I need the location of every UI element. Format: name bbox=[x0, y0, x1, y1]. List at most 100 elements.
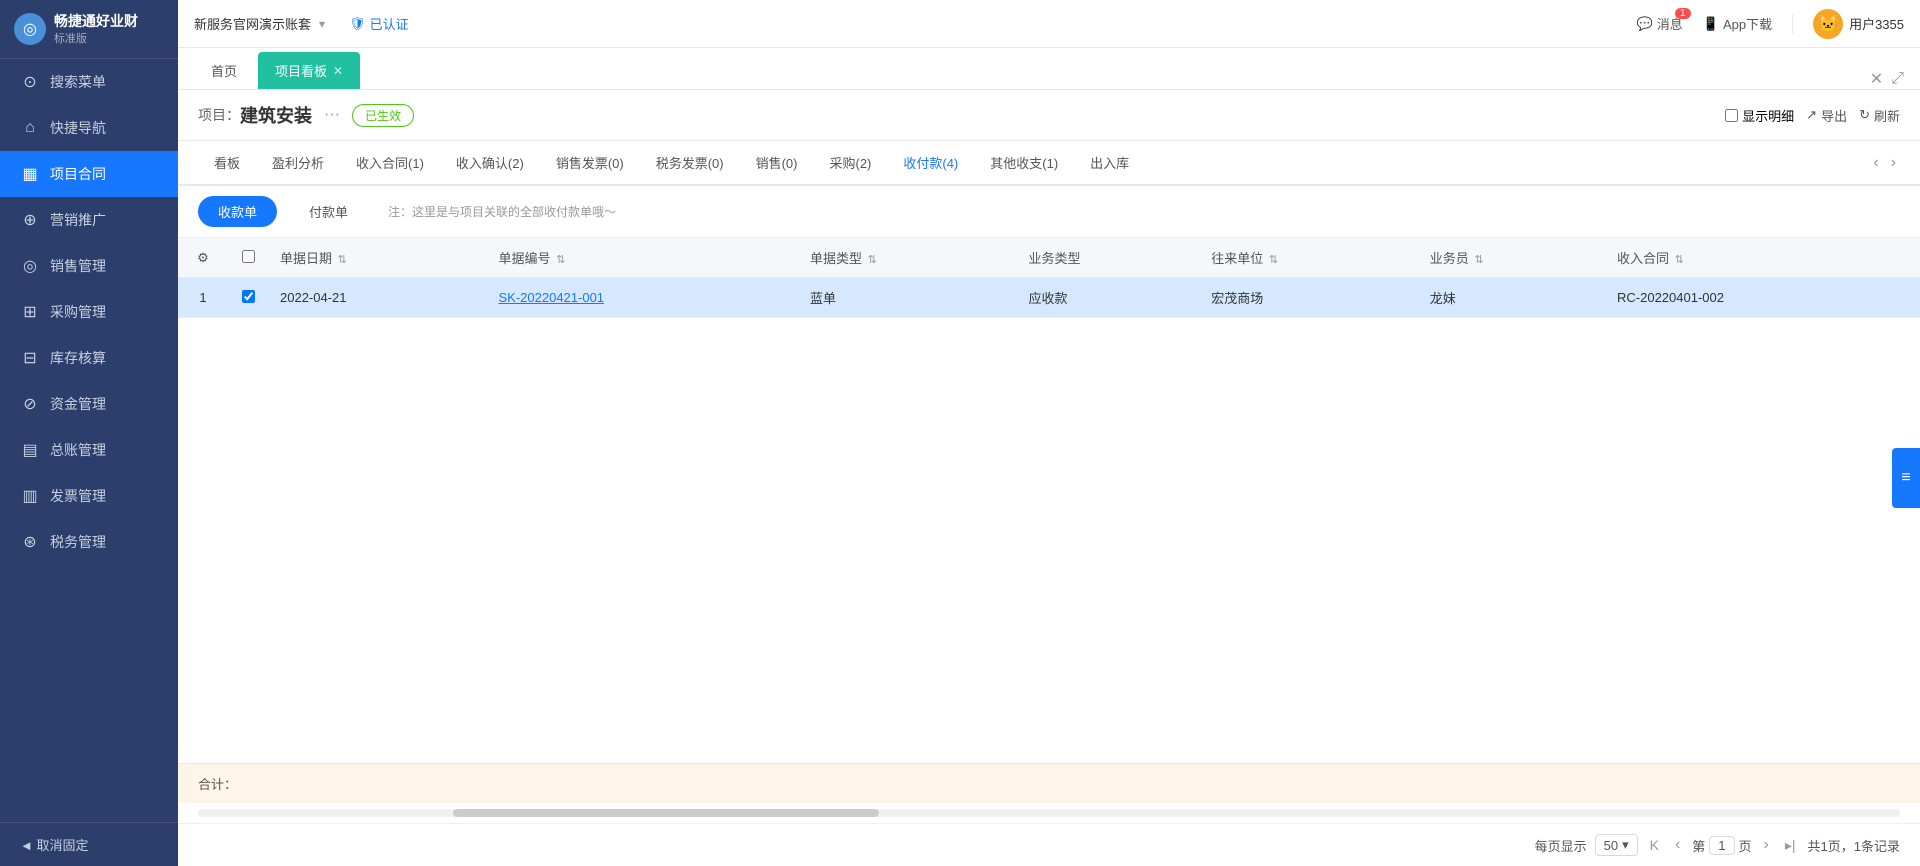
sort-salesperson-icon[interactable]: ⇅ bbox=[1474, 254, 1483, 266]
project-more-button[interactable]: ··· bbox=[324, 106, 340, 124]
total-records: 共1页，1条记录 bbox=[1808, 836, 1900, 855]
sub-tab-income-contract[interactable]: 收入合同(1) bbox=[340, 141, 440, 186]
user-avatar: 🐱 bbox=[1813, 9, 1843, 39]
export-button[interactable]: ↗ 导出 bbox=[1806, 106, 1847, 125]
sort-number-icon[interactable]: ⇅ bbox=[556, 254, 565, 266]
select-all-checkbox[interactable] bbox=[242, 250, 255, 263]
sidebar-item-capital[interactable]: ⊘ 资金管理 bbox=[0, 381, 178, 427]
td-income-contract: RC-20220401-002 bbox=[1605, 278, 1920, 318]
window-close-button[interactable]: ✕ bbox=[1870, 69, 1883, 89]
table-wrap[interactable]: ⚙ 单据日期 ⇅ 单据编号 ⇅ bbox=[178, 238, 1920, 763]
account-dropdown-icon[interactable]: ▾ bbox=[319, 17, 325, 31]
sidebar-item-quick-nav[interactable]: ⌂ 快捷导航 bbox=[0, 105, 178, 151]
certified-badge: 🛡 已认证 bbox=[349, 14, 409, 33]
sidebar-item-sales[interactable]: ◎ 销售管理 bbox=[0, 243, 178, 289]
td-biz-type: 应收款 bbox=[1016, 278, 1199, 318]
sub-tab-tax-invoice[interactable]: 税务发票(0) bbox=[640, 141, 740, 186]
side-panel-button[interactable]: ≡ bbox=[1892, 448, 1920, 508]
sidebar-unpin-button[interactable]: ◄ 取消固定 bbox=[0, 822, 178, 866]
user-menu[interactable]: 🐱 用户3355 bbox=[1813, 9, 1904, 39]
project-prefix: 项目： bbox=[198, 105, 240, 125]
show-detail-input[interactable] bbox=[1725, 109, 1738, 122]
th-settings[interactable]: ⚙ bbox=[178, 238, 228, 278]
sort-partner-icon[interactable]: ⇅ bbox=[1269, 254, 1278, 266]
sub-tab-receipt[interactable]: 收付款(4) bbox=[887, 141, 974, 186]
settings-icon[interactable]: ⚙ bbox=[197, 250, 209, 265]
scrollbar-thumb[interactable] bbox=[453, 809, 879, 817]
sidebar-item-inventory[interactable]: ⊟ 库存核算 bbox=[0, 335, 178, 381]
td-check[interactable] bbox=[228, 278, 268, 318]
inner-tab-receipt-bill[interactable]: 收款单 bbox=[198, 196, 277, 227]
refresh-button[interactable]: ↻ 刷新 bbox=[1859, 106, 1900, 125]
sort-income-contract-icon[interactable]: ⇅ bbox=[1675, 254, 1684, 266]
sort-type-icon[interactable]: ⇅ bbox=[868, 254, 877, 266]
horizontal-scrollbar[interactable] bbox=[178, 803, 1920, 823]
sub-tab-sales[interactable]: 销售(0) bbox=[740, 141, 814, 186]
invoice-icon: ▥ bbox=[20, 486, 40, 506]
page-next-button[interactable]: › bbox=[1760, 834, 1773, 856]
show-detail-checkbox[interactable]: 显示明细 bbox=[1725, 106, 1794, 125]
sub-tab-other-expense[interactable]: 其他收支(1) bbox=[974, 141, 1074, 186]
sidebar-item-invoice[interactable]: ▥ 发票管理 bbox=[0, 473, 178, 519]
pagination: 每页显示 50 ▾ K ‹ 第 1 页 › ▸| 共1页，1条记录 bbox=[178, 823, 1920, 866]
side-panel-icon: ≡ bbox=[1901, 469, 1910, 487]
sidebar-item-purchase[interactable]: ⊞ 采购管理 bbox=[0, 289, 178, 335]
inner-tab-payment-bill[interactable]: 付款单 bbox=[289, 196, 368, 227]
capital-icon: ⊘ bbox=[20, 394, 40, 414]
message-button[interactable]: 💬 消息 1 bbox=[1637, 14, 1683, 33]
page-first-button[interactable]: K bbox=[1646, 835, 1663, 855]
th-date: 单据日期 ⇅ bbox=[268, 238, 487, 278]
sub-tabs-prev[interactable]: ‹ bbox=[1869, 150, 1882, 176]
sidebar-logo: ◎ 畅捷通好业财 标准版 bbox=[0, 0, 178, 59]
divider bbox=[1792, 14, 1793, 34]
row-checkbox[interactable] bbox=[242, 290, 255, 303]
th-salesperson: 业务员 ⇅ bbox=[1418, 238, 1605, 278]
app-download-button[interactable]: 📱 App下载 bbox=[1703, 14, 1772, 33]
sidebar-item-project-contract[interactable]: ▦ 项目合同 bbox=[0, 151, 178, 197]
tab-project-board[interactable]: 项目看板 ✕ bbox=[258, 52, 360, 89]
table-total: 合计： bbox=[178, 763, 1920, 803]
project-status-badge: 已生效 bbox=[352, 104, 414, 127]
sub-tab-inout[interactable]: 出入库 bbox=[1074, 141, 1145, 186]
per-page-select[interactable]: 50 ▾ bbox=[1595, 834, 1638, 856]
sub-tab-purchase[interactable]: 采购(2) bbox=[813, 141, 887, 186]
sidebar-item-tax[interactable]: ⊛ 税务管理 bbox=[0, 519, 178, 565]
marketing-icon: ⊕ bbox=[20, 210, 40, 230]
sidebar-item-search-menu[interactable]: ⊙ 搜索菜单 bbox=[0, 59, 178, 105]
sub-tab-kanban[interactable]: 看板 bbox=[198, 141, 256, 186]
search-menu-icon: ⊙ bbox=[20, 72, 40, 92]
sidebar-nav: ⊙ 搜索菜单 ⌂ 快捷导航 ▦ 项目合同 ⊕ 营销推广 ◎ 销售管理 ⊞ 采购管… bbox=[0, 59, 178, 822]
window-expand-button[interactable]: ⤢ bbox=[1891, 70, 1904, 88]
scrollbar-track[interactable] bbox=[198, 809, 1900, 817]
page-prev-button[interactable]: ‹ bbox=[1671, 834, 1684, 856]
sidebar-item-ledger[interactable]: ▤ 总账管理 bbox=[0, 427, 178, 473]
th-check[interactable] bbox=[228, 238, 268, 278]
sidebar-item-marketing[interactable]: ⊕ 营销推广 bbox=[0, 197, 178, 243]
sort-date-icon[interactable]: ⇅ bbox=[338, 254, 347, 266]
tab-close-icon[interactable]: ✕ bbox=[333, 64, 343, 78]
inner-tab-note: 注：这里是与项目关联的全部收付款单哦～ bbox=[388, 203, 616, 220]
sidebar: ◎ 畅捷通好业财 标准版 ⊙ 搜索菜单 ⌂ 快捷导航 ▦ 项目合同 ⊕ 营销推广… bbox=[0, 0, 178, 866]
th-partner: 往来单位 ⇅ bbox=[1199, 238, 1418, 278]
page-last-button[interactable]: ▸| bbox=[1781, 835, 1800, 856]
sub-tabs-next[interactable]: › bbox=[1887, 150, 1900, 176]
sub-tab-profit[interactable]: 盈利分析 bbox=[256, 141, 340, 186]
tab-home[interactable]: 首页 bbox=[194, 52, 254, 89]
sub-tabs: 看板 盈利分析 收入合同(1) 收入确认(2) 销售发票(0) 税务发票(0) … bbox=[178, 141, 1920, 186]
per-page-label: 每页显示 bbox=[1535, 836, 1587, 855]
main-area: 新服务官网演示账套 ▾ 🛡 已认证 💬 消息 1 📱 App下载 🐱 用户335… bbox=[178, 0, 1920, 866]
export-icon: ↗ bbox=[1806, 107, 1817, 123]
th-biz-type: 业务类型 bbox=[1016, 238, 1199, 278]
td-partner: 宏茂商场 bbox=[1199, 278, 1418, 318]
topbar-right: 💬 消息 1 📱 App下载 🐱 用户3355 bbox=[1637, 9, 1904, 39]
sub-tab-sales-invoice[interactable]: 销售发票(0) bbox=[540, 141, 640, 186]
page-info: 第 1 页 bbox=[1692, 836, 1751, 855]
td-type: 蓝单 bbox=[798, 278, 1017, 318]
topbar-left: 新服务官网演示账套 ▾ 🛡 已认证 bbox=[194, 14, 409, 33]
current-page: 1 bbox=[1709, 836, 1734, 855]
data-table: ⚙ 单据日期 ⇅ 单据编号 ⇅ bbox=[178, 238, 1920, 318]
sub-tab-income-confirm[interactable]: 收入确认(2) bbox=[440, 141, 540, 186]
project-icon: ▦ bbox=[20, 164, 40, 184]
project-title-area: 项目： 建筑安装 ··· 已生效 bbox=[198, 102, 414, 128]
td-number[interactable]: SK-20220421-001 bbox=[487, 278, 798, 318]
